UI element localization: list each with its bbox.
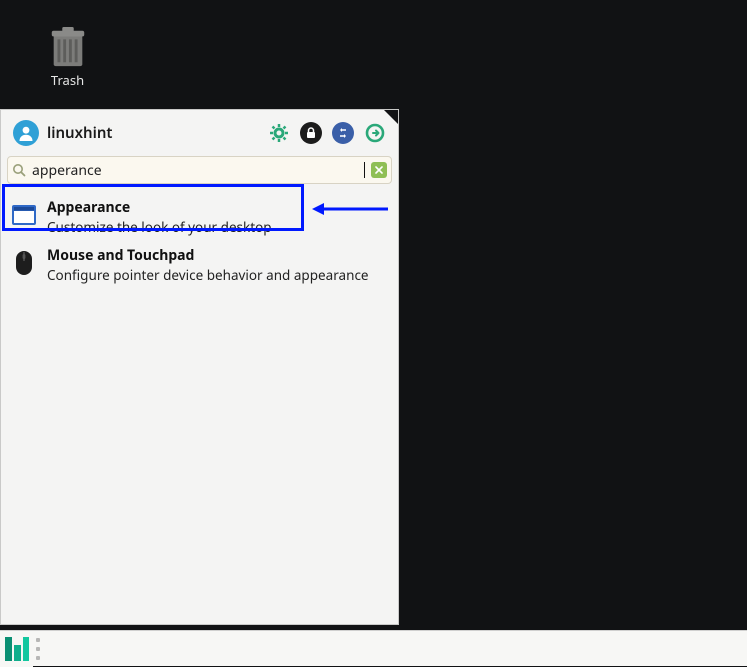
taskbar [0, 630, 747, 666]
lock-icon [305, 127, 317, 139]
avatar[interactable] [13, 120, 39, 146]
search-icon [12, 163, 26, 177]
mouse-icon [11, 250, 37, 276]
search-box[interactable] [7, 156, 392, 184]
result-desc: Customize the look of your desktop [47, 218, 272, 236]
result-item-appearance[interactable]: Appearance Customize the look of your de… [1, 194, 398, 242]
desktop-trash[interactable]: Trash [40, 26, 95, 89]
settings-button[interactable] [268, 122, 290, 144]
search-input[interactable] [32, 161, 366, 180]
app-menu: linuxhint [0, 109, 399, 625]
trash-icon [48, 26, 88, 68]
result-desc: Configure pointer device behavior and ap… [47, 266, 369, 284]
result-title: Appearance [47, 198, 272, 217]
manjaro-logo-icon [4, 636, 30, 662]
switch-user-button[interactable] [332, 122, 354, 144]
start-button[interactable] [0, 631, 33, 667]
result-item-mouse[interactable]: Mouse and Touchpad Configure pointer dev… [1, 242, 398, 290]
lock-button[interactable] [300, 122, 322, 144]
menu-header: linuxhint [1, 110, 398, 154]
menu-corner-fold [384, 110, 398, 124]
username-label: linuxhint [47, 123, 260, 143]
trash-label: Trash [40, 71, 95, 89]
logout-button[interactable] [364, 122, 386, 144]
search-row [1, 154, 398, 190]
switch-icon [337, 127, 349, 139]
taskbar-handle[interactable] [35, 638, 43, 660]
logout-icon [365, 123, 385, 143]
appearance-icon [11, 202, 37, 228]
result-title: Mouse and Touchpad [47, 246, 369, 265]
user-icon [18, 125, 34, 141]
results-list: Appearance Customize the look of your de… [1, 190, 398, 290]
backspace-icon [374, 165, 384, 175]
text-cursor [364, 162, 365, 178]
settings-icon [269, 123, 289, 143]
clear-search-button[interactable] [371, 162, 387, 178]
